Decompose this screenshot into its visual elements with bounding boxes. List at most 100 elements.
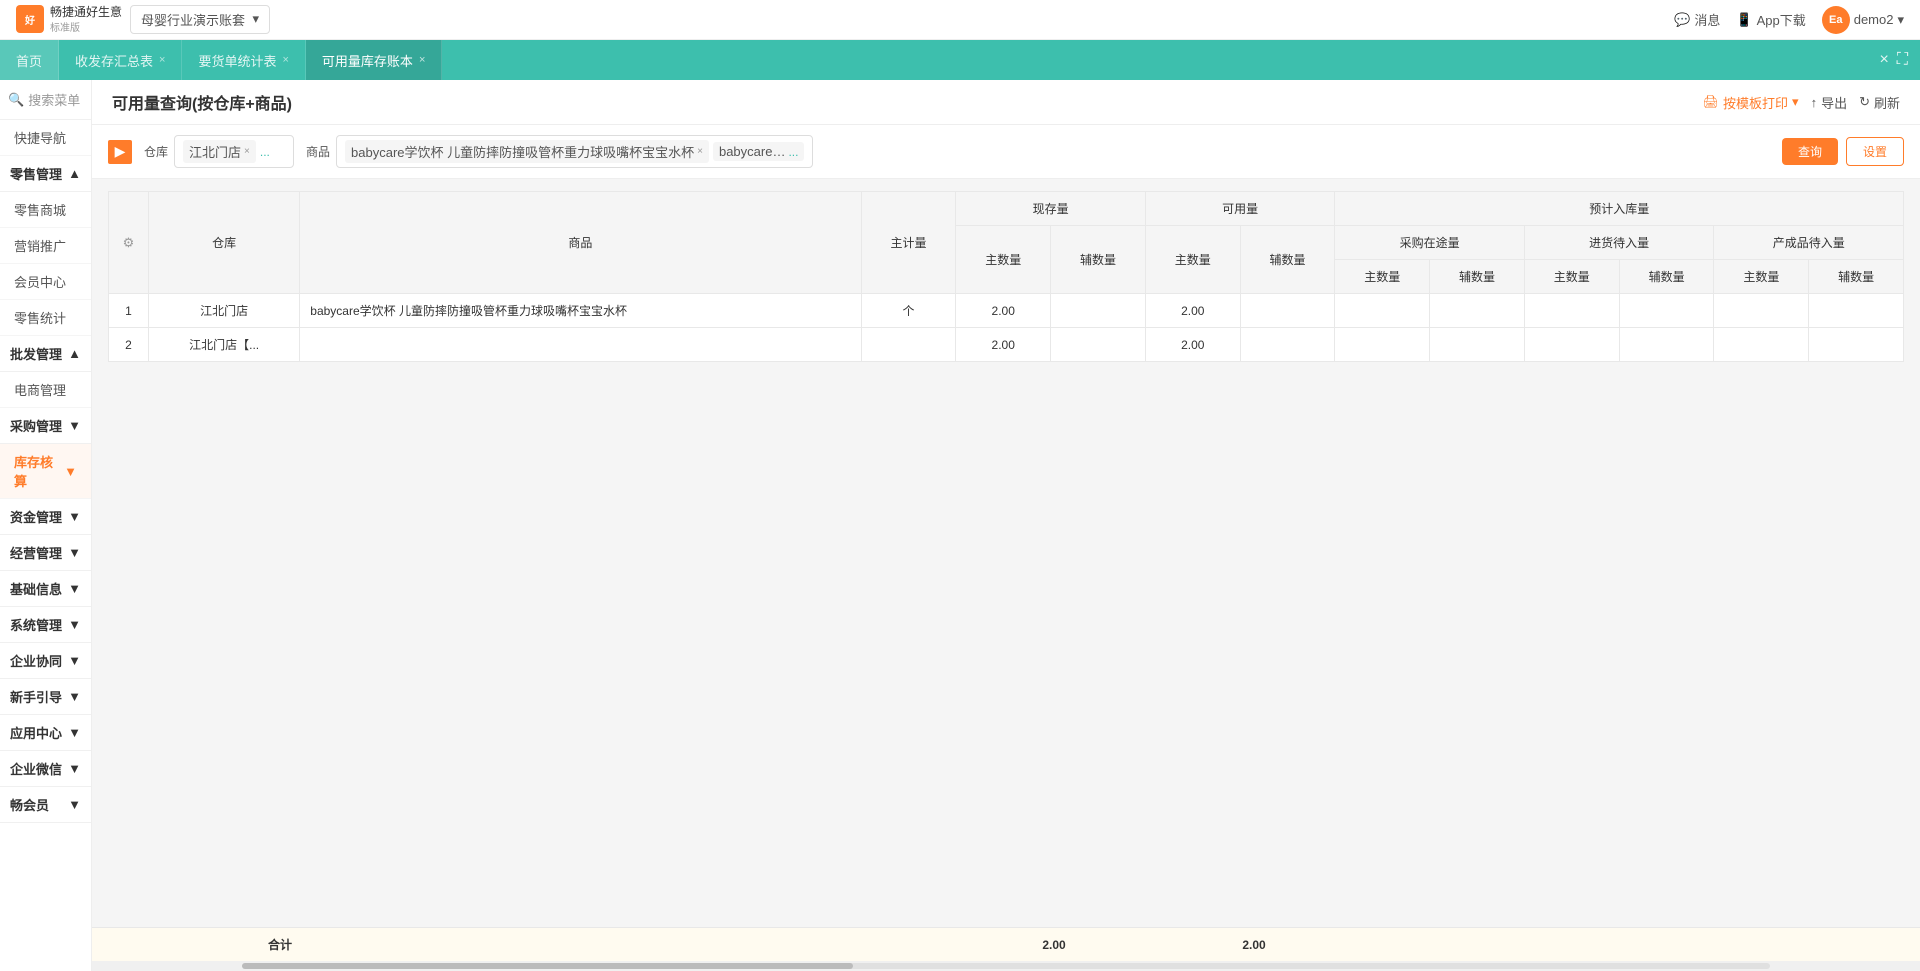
table-row: 1江北门店babycare学饮杯 儿童防摔防撞吸管杯重力球吸嘴杯宝宝水杯个2.0… bbox=[109, 294, 1904, 328]
scrollbar-area bbox=[92, 961, 1920, 971]
sidebar-item-marketing[interactable]: 营销推广 bbox=[0, 228, 91, 264]
product-tag-1-remove[interactable]: × bbox=[697, 146, 703, 157]
message-icon: 💬 bbox=[1674, 12, 1690, 28]
tab-home[interactable]: 首页 bbox=[0, 40, 59, 80]
wholesale-label: 批发管理 bbox=[10, 344, 62, 363]
app-download-btn[interactable]: 📱 App下载 bbox=[1736, 10, 1805, 29]
sidebar-item-ecommerce[interactable]: 电商管理 bbox=[0, 372, 91, 408]
product-tag-2: babycare… ... bbox=[713, 142, 805, 161]
tab-available[interactable]: 可用量库存账本 × bbox=[306, 40, 442, 80]
row-avail-aux bbox=[1240, 294, 1335, 328]
th-incoming-pending: 进货待入量 bbox=[1524, 226, 1714, 260]
row-purchase-aux bbox=[1430, 328, 1525, 362]
query-button[interactable]: 查询 bbox=[1782, 138, 1838, 165]
sidebar-section-wholesale[interactable]: 批发管理 ▲ bbox=[0, 336, 91, 372]
th-purchase-aux: 辅数量 bbox=[1430, 260, 1525, 294]
template-dropdown-icon: ▾ bbox=[1792, 94, 1799, 110]
th-avail-main: 主数量 bbox=[1145, 226, 1240, 294]
row-no: 2 bbox=[109, 328, 149, 362]
row-production-main bbox=[1714, 294, 1809, 328]
row-purchase-main bbox=[1335, 294, 1430, 328]
scrollbar-track[interactable] bbox=[242, 963, 1770, 969]
tab-actions: × ⛶ bbox=[1867, 51, 1920, 69]
refresh-btn[interactable]: ↻ 刷新 bbox=[1859, 93, 1900, 112]
export-label: 导出 bbox=[1821, 93, 1847, 112]
expand-filter-btn[interactable]: ▶ bbox=[108, 140, 132, 164]
footer-stock-main: 2.00 bbox=[1004, 936, 1104, 953]
messages-label: 消息 bbox=[1694, 10, 1720, 29]
tab-receipts-label: 收发存汇总表 bbox=[75, 51, 153, 70]
industry-label: 母婴行业演示账套 bbox=[141, 10, 245, 29]
sidebar-item-quick-nav[interactable]: 快捷导航 bbox=[0, 120, 91, 156]
logo-area: 好 畅捷通好生意 标准版 bbox=[16, 5, 122, 34]
main-layout: 🔍 搜索菜单 快捷导航 零售管理 ▲ 零售商城 营销推广 会员中心 零售统计 批… bbox=[0, 80, 1920, 971]
user-name: demo2 bbox=[1854, 12, 1894, 27]
footer-table: 合计 2.00 2.00 bbox=[108, 936, 1904, 953]
th-production-main: 主数量 bbox=[1714, 260, 1809, 294]
sidebar-search[interactable]: 🔍 搜索菜单 bbox=[0, 80, 91, 120]
scrollbar-thumb bbox=[242, 963, 853, 969]
footer-label: 合计 bbox=[268, 938, 292, 952]
sidebar: 🔍 搜索菜单 快捷导航 零售管理 ▲ 零售商城 营销推广 会员中心 零售统计 批… bbox=[0, 80, 92, 971]
user-menu[interactable]: Ea demo2 ▾ bbox=[1822, 6, 1904, 34]
row-product: babycare学饮杯 儿童防摔防撞吸管杯重力球吸嘴杯宝宝水杯 bbox=[300, 294, 861, 328]
row-unit: 个 bbox=[861, 294, 956, 328]
row-avail-main: 2.00 bbox=[1145, 328, 1240, 362]
sidebar-section-enterprise[interactable]: 企业协同 ▼ bbox=[0, 643, 91, 679]
sidebar-section-member[interactable]: 畅会员 ▼ bbox=[0, 787, 91, 823]
product-tag-2-value: babycare… bbox=[719, 144, 785, 159]
row-avail-main: 2.00 bbox=[1145, 294, 1240, 328]
top-bar: 好 畅捷通好生意 标准版 母婴行业演示账套 ▾ 💬 消息 📱 App下载 Ea … bbox=[0, 0, 1920, 40]
footer-avail-main: 2.00 bbox=[1204, 936, 1304, 953]
sidebar-item-retail-shop[interactable]: 零售商城 bbox=[0, 192, 91, 228]
page-header: 可用量查询(按仓库+商品) 🖨 按模板打印 ▾ ↑ 导出 ↻ 刷新 bbox=[92, 80, 1920, 125]
export-btn[interactable]: ↑ 导出 bbox=[1811, 93, 1848, 112]
sidebar-section-appstore[interactable]: 应用中心 ▼ bbox=[0, 715, 91, 751]
industry-selector[interactable]: 母婴行业演示账套 ▾ bbox=[130, 5, 270, 34]
tab-orders[interactable]: 要货单统计表 × bbox=[182, 40, 305, 80]
refresh-label: 刷新 bbox=[1874, 93, 1900, 112]
row-stock-aux bbox=[1051, 328, 1146, 362]
product-label: 商品 bbox=[306, 143, 330, 160]
messages-btn[interactable]: 💬 消息 bbox=[1674, 10, 1720, 29]
filter-bar: ▶ 仓库 江北门店 × ... 商品 babycare学饮杯 儿童防摔防撞吸管杯… bbox=[92, 125, 1920, 179]
warehouse-more-btn[interactable]: ... bbox=[260, 145, 270, 159]
top-bar-right: 💬 消息 📱 App下载 Ea demo2 ▾ bbox=[1674, 6, 1904, 34]
template-print-btn[interactable]: 🖨 按模板打印 ▾ bbox=[1703, 93, 1799, 112]
row-avail-aux bbox=[1240, 328, 1335, 362]
row-incoming-aux bbox=[1619, 328, 1714, 362]
warehouse-tag-remove[interactable]: × bbox=[244, 146, 250, 157]
tab-receipts[interactable]: 收发存汇总表 × bbox=[59, 40, 182, 80]
product-more-btn[interactable]: ... bbox=[788, 145, 798, 159]
sidebar-section-basic[interactable]: 基础信息 ▼ bbox=[0, 571, 91, 607]
filter-buttons: 查询 设置 bbox=[1782, 137, 1904, 166]
th-purchase-transit: 采购在途量 bbox=[1335, 226, 1525, 260]
th-stock-group: 现存量 bbox=[956, 192, 1146, 226]
tab-orders-close[interactable]: × bbox=[282, 54, 288, 66]
th-unit: 主计量 bbox=[861, 192, 956, 294]
retail-expand-icon: ▲ bbox=[68, 166, 81, 181]
th-stock-aux: 辅数量 bbox=[1051, 226, 1146, 294]
sidebar-section-inventory[interactable]: 库存核算 ▼ bbox=[0, 444, 91, 499]
sidebar-item-members[interactable]: 会员中心 bbox=[0, 264, 91, 300]
sidebar-section-purchase[interactable]: 采购管理 ▼ bbox=[0, 408, 91, 444]
expand-icon[interactable]: ⛶ bbox=[1897, 51, 1908, 69]
sidebar-section-retail[interactable]: 零售管理 ▲ bbox=[0, 156, 91, 192]
table-container: ⚙ 仓库 商品 主计量 现存量 可用量 预计入库量 主数量 辅数量 主数量 辅数… bbox=[92, 179, 1920, 927]
warehouse-input[interactable]: 江北门店 × ... bbox=[174, 135, 294, 168]
tab-available-close[interactable]: × bbox=[419, 54, 425, 66]
tab-available-label: 可用量库存账本 bbox=[322, 51, 413, 70]
close-all-icon[interactable]: × bbox=[1879, 51, 1888, 69]
row-incoming-aux bbox=[1619, 294, 1714, 328]
sidebar-section-system[interactable]: 系统管理 ▼ bbox=[0, 607, 91, 643]
sidebar-section-wechat[interactable]: 企业微信 ▼ bbox=[0, 751, 91, 787]
settings-button[interactable]: 设置 bbox=[1846, 137, 1904, 166]
sidebar-section-newbie[interactable]: 新手引导 ▼ bbox=[0, 679, 91, 715]
sidebar-section-finance[interactable]: 资金管理 ▼ bbox=[0, 499, 91, 535]
tab-home-label: 首页 bbox=[16, 51, 42, 70]
sidebar-item-retail-stats[interactable]: 零售统计 bbox=[0, 300, 91, 336]
tab-receipts-close[interactable]: × bbox=[159, 54, 165, 66]
sidebar-section-operations[interactable]: 经营管理 ▼ bbox=[0, 535, 91, 571]
product-input[interactable]: babycare学饮杯 儿童防摔防撞吸管杯重力球吸嘴杯宝宝水杯 × babyca… bbox=[336, 135, 813, 168]
table-gear-icon[interactable]: ⚙ bbox=[123, 235, 135, 250]
